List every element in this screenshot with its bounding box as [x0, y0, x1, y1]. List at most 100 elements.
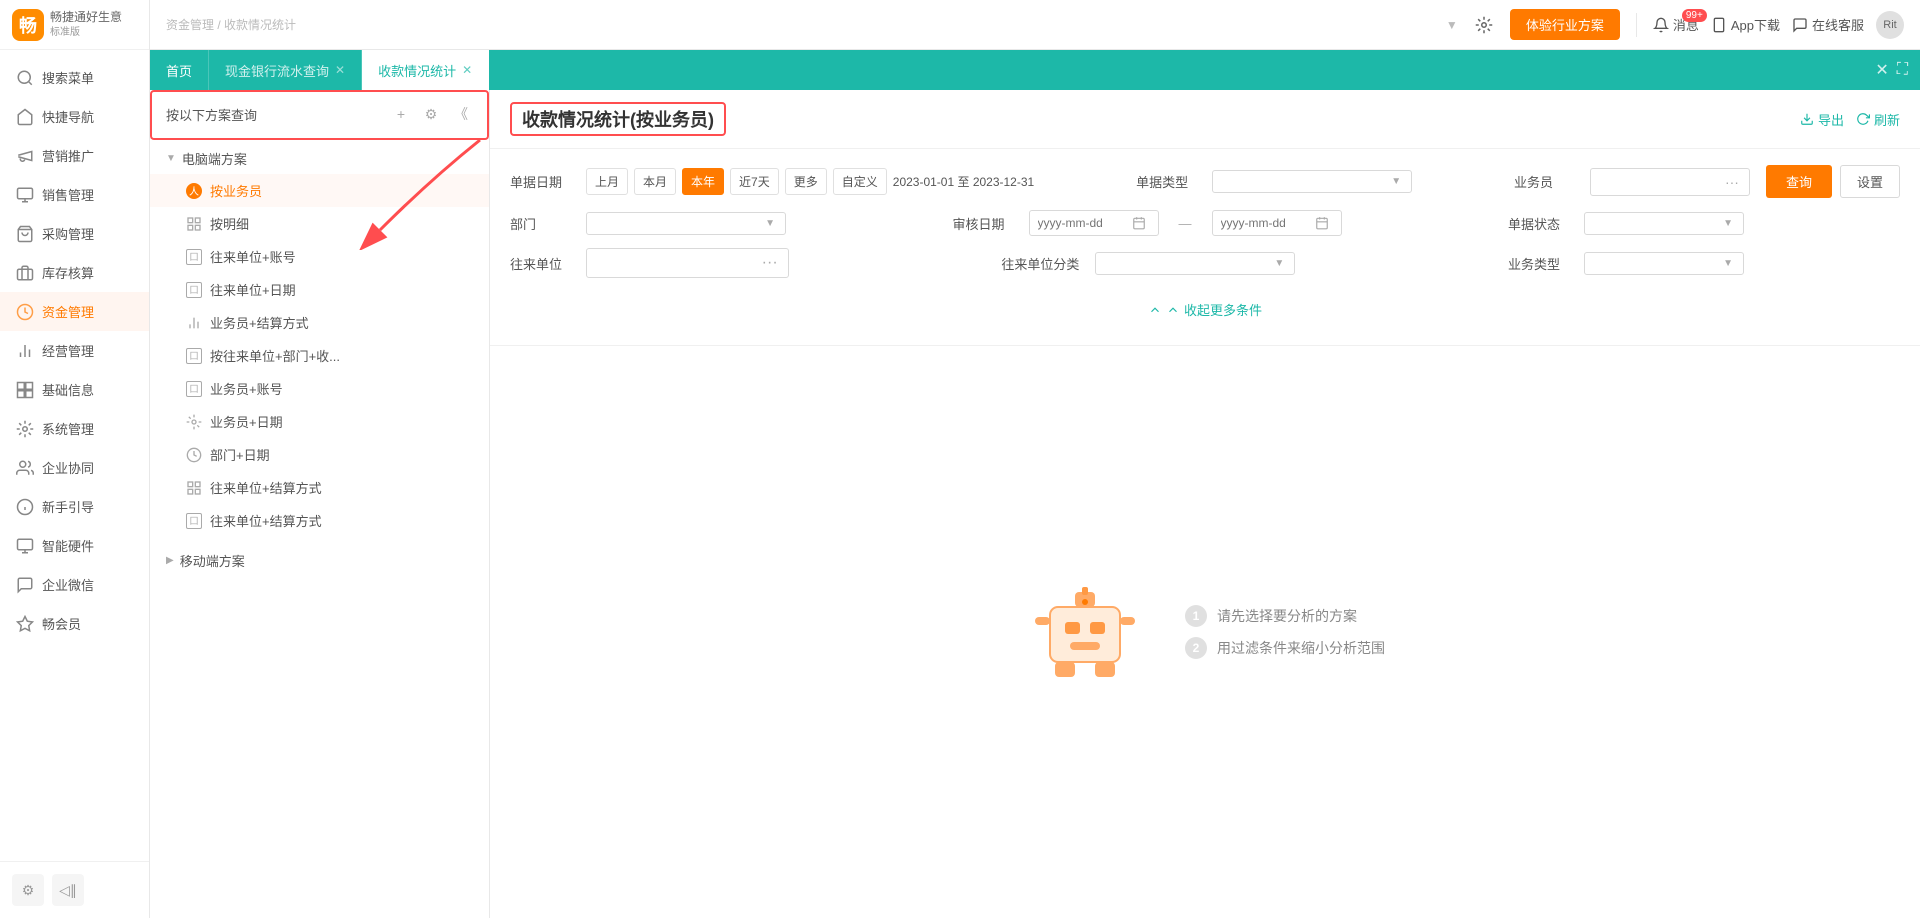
biztype-select[interactable]: ▼: [1584, 252, 1744, 275]
tree-item-dept-date[interactable]: 部门+日期: [150, 438, 489, 471]
review-end-field[interactable]: [1221, 216, 1311, 230]
sidebar-item-purchase[interactable]: 采购管理: [0, 214, 149, 253]
partner-category-label: 往来单位分类: [1001, 254, 1079, 273]
salesperson-select[interactable]: ···: [1590, 168, 1750, 196]
sidebar-settings-btn[interactable]: ⚙: [12, 874, 44, 906]
clock-icon: [186, 447, 202, 463]
add-scheme-btn[interactable]: +: [389, 102, 413, 126]
filter-row-1: 单据日期 上月 本月 本年 近7天 更多 自定义 2023-01-01 至 20…: [510, 165, 1900, 198]
tree-item-partner-settle2[interactable]: 囗 往来单位+结算方式: [150, 504, 489, 537]
tab-bank-flow[interactable]: 现金银行流水查询 ✕: [209, 50, 362, 90]
docstatus-label: 单据状态: [1508, 214, 1568, 233]
sidebar-item-system[interactable]: 系统管理: [0, 409, 149, 448]
sidebar-item-guide[interactable]: 新手引导: [0, 487, 149, 526]
main-area: 资金管理 / 收款情况统计 ▼ 体验行业方案 消息 99+ App下载 在线客服: [150, 0, 1920, 918]
tree-item-salesperson-settle[interactable]: 业务员+结算方式: [150, 306, 489, 339]
review-start-field[interactable]: [1038, 216, 1128, 230]
page-title-box: 收款情况统计(按业务员): [510, 102, 726, 136]
breadcrumb-dropdown[interactable]: ▼: [1446, 18, 1458, 32]
tree-item-partner-date[interactable]: 囗 往来单位+日期: [150, 273, 489, 306]
sidebar-item-marketing[interactable]: 营销推广: [0, 136, 149, 175]
partner-category-select[interactable]: ▼: [1095, 252, 1295, 275]
scheme-settings-btn[interactable]: ⚙: [419, 102, 443, 126]
page-title: 收款情况统计(按业务员): [522, 110, 714, 130]
partner-settle2-icon: 囗: [186, 513, 202, 529]
user-avatar[interactable]: Rit: [1876, 11, 1904, 39]
service-btn[interactable]: 在线客服: [1792, 15, 1864, 34]
wechat-icon: [16, 576, 34, 594]
sidebar-item-smarthw[interactable]: 智能硬件: [0, 526, 149, 565]
partner-account-icon: 囗: [186, 249, 202, 265]
collapse-panel-btn[interactable]: 《: [449, 102, 473, 126]
tab-close-bank-flow[interactable]: ✕: [335, 63, 345, 77]
tree-parent-desktop[interactable]: ▼ 电脑端方案: [150, 143, 489, 174]
export-btn[interactable]: 导出: [1800, 110, 1844, 129]
tree-item-salesperson-date[interactable]: 业务员+日期: [150, 405, 489, 438]
partner-label: 往来单位: [510, 254, 570, 273]
doctype-select[interactable]: ▼: [1212, 170, 1412, 193]
partner-select[interactable]: ···: [586, 248, 789, 278]
date-btn-thisyear[interactable]: 本年: [682, 168, 724, 195]
tab-collection[interactable]: 收款情况统计 ✕: [362, 50, 489, 90]
sidebar-item-base[interactable]: 基础信息: [0, 370, 149, 409]
partner-dept-icon: 囗: [186, 348, 202, 364]
home-icon: [16, 108, 34, 126]
query-btn[interactable]: 查询: [1766, 165, 1832, 198]
docstatus-select[interactable]: ▼: [1584, 212, 1744, 235]
trial-btn[interactable]: 体验行业方案: [1510, 9, 1620, 40]
app-download-btn[interactable]: App下载: [1711, 15, 1780, 34]
date-btn-thismonth[interactable]: 本月: [634, 168, 676, 195]
window-close-btn[interactable]: ✕: [1875, 60, 1888, 80]
tree-item-partner-account[interactable]: 囗 往来单位+账号: [150, 240, 489, 273]
tree-item-partner-settle1[interactable]: 往来单位+结算方式: [150, 471, 489, 504]
review-date-start-input[interactable]: [1029, 210, 1159, 236]
filter-settings-btn[interactable]: 设置: [1840, 165, 1900, 198]
tree-item-details[interactable]: 按明细: [150, 207, 489, 240]
tree-item-salesperson-account[interactable]: 囗 业务员+账号: [150, 372, 489, 405]
tab-close-collection[interactable]: ✕: [462, 63, 472, 77]
collapse-icon2: [1166, 303, 1180, 317]
right-content: 收款情况统计(按业务员) 导出 刷新: [490, 90, 1920, 918]
date-btn-lastmonth[interactable]: 上月: [586, 168, 628, 195]
empty-steps: 1 请先选择要分析的方案 2 用过滤条件来缩小分析范围: [1185, 605, 1385, 659]
refresh-icon: [1856, 112, 1870, 126]
sidebar-item-capital[interactable]: 资金管理: [0, 292, 149, 331]
sidebar-item-quicknav[interactable]: 快捷导航: [0, 97, 149, 136]
details-icon: [186, 216, 202, 232]
inventory-icon: [16, 264, 34, 282]
refresh-btn[interactable]: 刷新: [1856, 110, 1900, 129]
sidebar-item-member[interactable]: 畅会员: [0, 604, 149, 643]
sidebar: 畅 畅捷通好生意 标准版 搜索菜单 快捷导航 营销推广 销售管理: [0, 0, 150, 918]
review-date-end-input[interactable]: [1212, 210, 1342, 236]
dept-select[interactable]: ▼: [586, 212, 786, 235]
data-area: 1 请先选择要分析的方案 2 用过滤条件来缩小分析范围: [490, 346, 1920, 918]
date-btn-more[interactable]: 更多: [785, 168, 827, 195]
topbar-settings-btn[interactable]: [1470, 11, 1498, 39]
date-btn-7days[interactable]: 近7天: [730, 168, 779, 195]
search-icon: [16, 69, 34, 87]
tree-parent-mobile[interactable]: ▶ 移动端方案: [150, 545, 489, 576]
message-btn[interactable]: 消息 99+: [1653, 15, 1699, 34]
content-area: 按以下方案查询 + ⚙ 《: [150, 90, 1920, 918]
sidebar-item-sales[interactable]: 销售管理: [0, 175, 149, 214]
sidebar-collapse-btn[interactable]: ◁∥: [52, 874, 84, 906]
sidebar-item-enterprise[interactable]: 企业协同: [0, 448, 149, 487]
sidebar-item-wechat[interactable]: 企业微信: [0, 565, 149, 604]
partner-category-arrow: ▼: [1274, 258, 1284, 269]
sidebar-item-inventory[interactable]: 库存核算: [0, 253, 149, 292]
tree-item-partner-dept[interactable]: 囗 按往来单位+部门+收...: [150, 339, 489, 372]
window-maximize-btn[interactable]: ⛶: [1897, 61, 1908, 79]
operation-icon: [16, 342, 34, 360]
dept-dropdown-arrow: ▼: [765, 218, 775, 229]
date-btn-custom[interactable]: 自定义: [833, 168, 887, 195]
tree-section-desktop: ▼ 电脑端方案 人 按业务员 按明细 囗 往来单位+账号: [150, 139, 489, 541]
left-panel-header: 按以下方案查询 + ⚙ 《: [150, 90, 489, 139]
sidebar-item-operation[interactable]: 经营管理: [0, 331, 149, 370]
tree-item-salesperson[interactable]: 人 按业务员: [150, 174, 489, 207]
gear-small-icon: [186, 414, 202, 430]
tab-home[interactable]: 首页: [150, 50, 209, 90]
collapse-bar[interactable]: 收起更多条件: [510, 290, 1900, 329]
megaphone-icon: [16, 147, 34, 165]
tree-section-mobile: ▶ 移动端方案: [150, 541, 489, 580]
sidebar-item-search[interactable]: 搜索菜单: [0, 58, 149, 97]
